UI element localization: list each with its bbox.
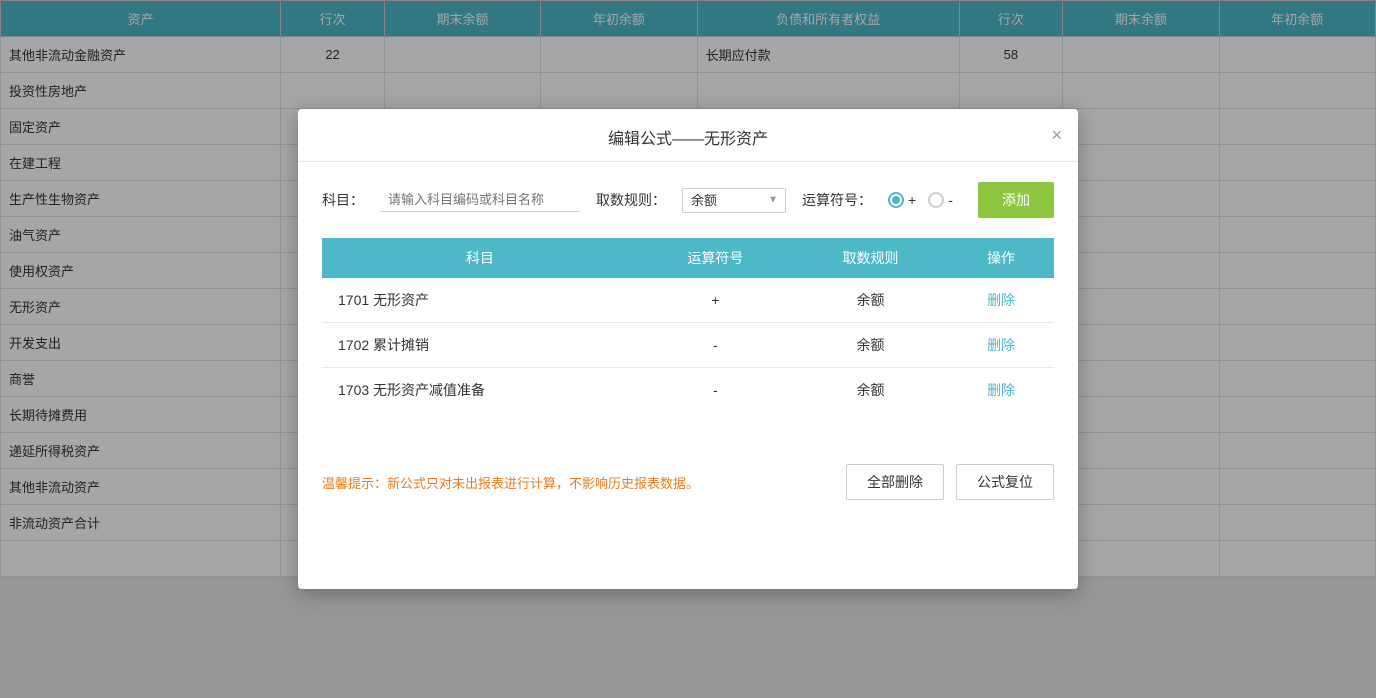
subject-label: 科目： [322, 190, 364, 210]
modal-header: 编辑公式——无形资产 × [298, 109, 1078, 162]
delete-row-button[interactable]: 删除 [987, 290, 1015, 310]
cell-operator: - [638, 368, 793, 413]
th-action: 操作 [948, 238, 1054, 278]
cell-rule: 余额 [793, 323, 948, 368]
th-subject: 科目 [322, 238, 638, 278]
radio-plus[interactable]: + [888, 192, 916, 208]
modal-footer: 温馨提示：新公式只对未出报表进行计算，不影响历史报表数据。 全部删除 公式复位 [298, 452, 1078, 516]
cell-operator: + [638, 278, 793, 323]
cell-subject: 1701 无形资产 [322, 278, 638, 323]
cell-rule: 余额 [793, 368, 948, 413]
cell-action: 删除 [948, 278, 1054, 323]
radio-plus-label: + [908, 192, 916, 208]
formula-table: 科目 运算符号 取数规则 操作 1701 无形资产+余额删除1702 累计摊销-… [322, 238, 1054, 412]
table-header-row: 科目 运算符号 取数规则 操作 [322, 238, 1054, 278]
table-row: 1702 累计摊销-余额 删除 [322, 323, 1054, 368]
subject-input[interactable] [380, 188, 580, 212]
cell-action: 删除 [948, 323, 1054, 368]
footer-tip: 温馨提示：新公式只对未出报表进行计算，不影响历史报表数据。 [322, 473, 699, 492]
radio-minus-circle [928, 192, 944, 208]
operator-label: 运算符号： [802, 190, 872, 210]
th-operator: 运算符号 [638, 238, 793, 278]
cell-rule: 余额 [793, 278, 948, 323]
edit-formula-modal: 编辑公式——无形资产 × 科目： 取数规则： 余额 借方 贷方 借方发生额 贷方… [298, 109, 1078, 589]
delete-row-button[interactable]: 删除 [987, 335, 1015, 355]
rule-label: 取数规则： [596, 190, 666, 210]
rule-select[interactable]: 余额 借方 贷方 借方发生额 贷方发生额 [682, 188, 786, 213]
table-row: 1703 无形资产减值准备-余额 删除 [322, 368, 1054, 413]
radio-minus[interactable]: - [928, 192, 953, 208]
modal-close-button[interactable]: × [1051, 126, 1062, 144]
modal-overlay: 编辑公式——无形资产 × 科目： 取数规则： 余额 借方 贷方 借方发生额 贷方… [0, 0, 1376, 698]
table-row: 1701 无形资产+余额 删除 [322, 278, 1054, 323]
delete-all-button[interactable]: 全部删除 [846, 464, 944, 500]
cell-subject: 1703 无形资产减值准备 [322, 368, 638, 413]
operator-radio-group: + - [888, 192, 953, 208]
radio-minus-label: - [948, 192, 953, 208]
cell-operator: - [638, 323, 793, 368]
reset-formula-button[interactable]: 公式复位 [956, 464, 1054, 500]
add-button[interactable]: 添加 [978, 182, 1054, 218]
delete-row-button[interactable]: 删除 [987, 380, 1015, 400]
form-row: 科目： 取数规则： 余额 借方 贷方 借方发生额 贷方发生额 ▼ 运算符号： [322, 182, 1054, 218]
rule-select-wrap: 余额 借方 贷方 借方发生额 贷方发生额 ▼ [682, 188, 786, 213]
cell-subject: 1702 累计摊销 [322, 323, 638, 368]
modal-title: 编辑公式——无形资产 [608, 131, 768, 148]
cell-action: 删除 [948, 368, 1054, 413]
footer-buttons: 全部删除 公式复位 [846, 464, 1054, 500]
modal-body: 科目： 取数规则： 余额 借方 贷方 借方发生额 贷方发生额 ▼ 运算符号： [298, 162, 1078, 452]
radio-plus-circle [888, 192, 904, 208]
th-rule: 取数规则 [793, 238, 948, 278]
